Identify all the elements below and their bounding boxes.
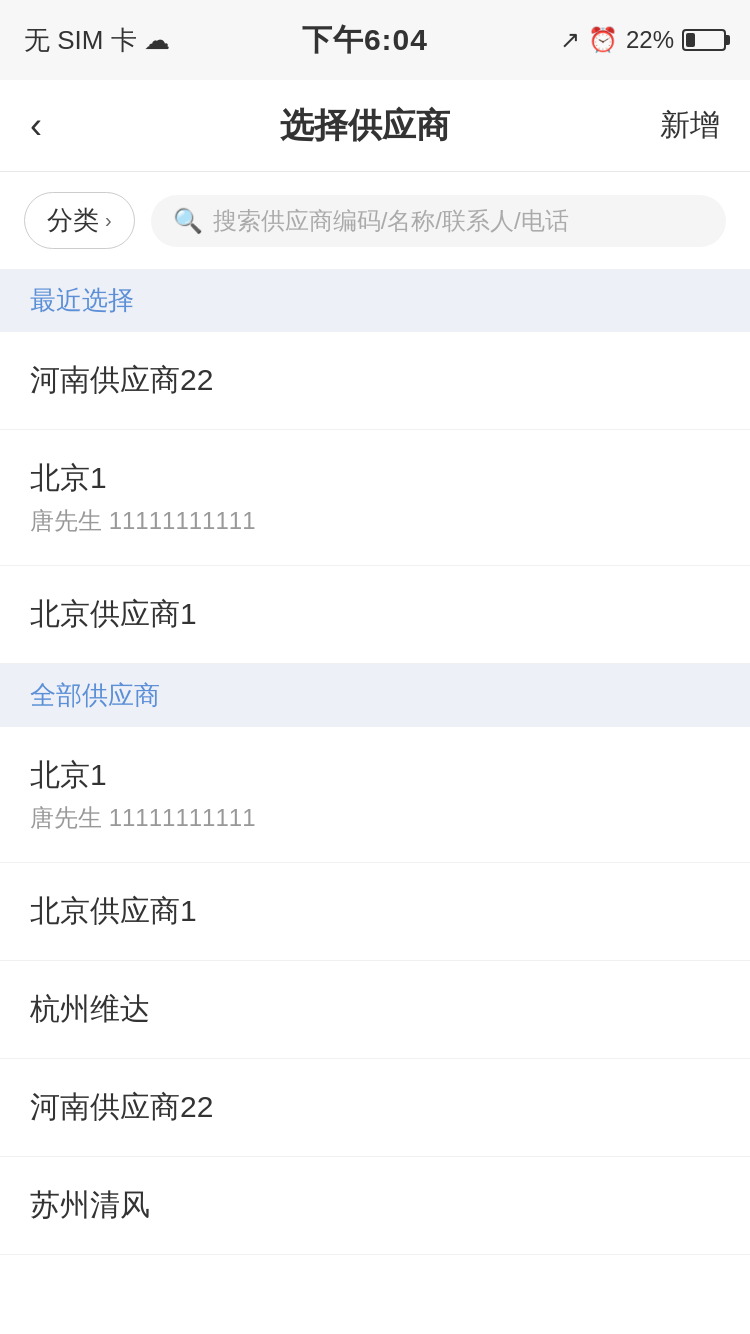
item-name: 杭州维达 — [30, 989, 720, 1030]
add-button[interactable]: 新增 — [640, 105, 720, 146]
recent-list-item[interactable]: 北京供应商1 — [0, 566, 750, 664]
status-bar: 无 SIM 卡 ☁ 下午6:04 ↗ ⏰ 22% — [0, 0, 750, 80]
status-left: 无 SIM 卡 ☁ — [24, 23, 170, 58]
no-sim-label: 无 SIM 卡 ☁ — [24, 23, 170, 58]
item-name: 北京1 — [30, 458, 720, 499]
recent-list-item[interactable]: 北京1 唐先生 11111111111 — [0, 430, 750, 566]
all-list-item[interactable]: 杭州维达 — [0, 961, 750, 1059]
alarm-icon: ⏰ — [588, 26, 618, 54]
all-list-item[interactable]: 北京供应商1 — [0, 863, 750, 961]
recent-list-item[interactable]: 河南供应商22 — [0, 332, 750, 430]
battery-label: 22% — [626, 26, 674, 54]
recent-section-header: 最近选择 — [0, 269, 750, 332]
item-name: 北京供应商1 — [30, 891, 720, 932]
item-name: 苏州清风 — [30, 1185, 720, 1226]
all-list-item[interactable]: 河南供应商22 — [0, 1059, 750, 1157]
all-list-item[interactable]: 北京1 唐先生 11111111111 — [0, 727, 750, 863]
back-button[interactable]: ‹ — [30, 105, 90, 147]
nav-bar: ‹ 选择供应商 新增 — [0, 80, 750, 172]
search-box[interactable]: 🔍 搜索供应商编码/名称/联系人/电话 — [151, 195, 726, 247]
category-label: 分类 — [47, 203, 99, 238]
search-icon: 🔍 — [173, 207, 203, 235]
search-placeholder-text: 搜索供应商编码/名称/联系人/电话 — [213, 205, 569, 237]
item-sub: 唐先生 11111111111 — [30, 802, 720, 834]
battery-icon — [682, 29, 726, 51]
item-name: 河南供应商22 — [30, 1087, 720, 1128]
item-name: 北京供应商1 — [30, 594, 720, 635]
item-sub: 唐先生 11111111111 — [30, 505, 720, 537]
chevron-icon: › — [105, 209, 112, 232]
all-list-item[interactable]: 苏州清风 — [0, 1157, 750, 1255]
item-name: 北京1 — [30, 755, 720, 796]
all-section-header: 全部供应商 — [0, 664, 750, 727]
page-title: 选择供应商 — [280, 103, 450, 149]
status-time: 下午6:04 — [302, 20, 428, 61]
search-area: 分类 › 🔍 搜索供应商编码/名称/联系人/电话 — [0, 172, 750, 269]
location-icon: ↗ — [560, 26, 580, 54]
recent-list: 河南供应商22 北京1 唐先生 11111111111 北京供应商1 — [0, 332, 750, 664]
status-right: ↗ ⏰ 22% — [560, 26, 726, 54]
all-list: 北京1 唐先生 11111111111 北京供应商1 杭州维达河南供应商22 苏州清风 — [0, 727, 750, 1255]
item-name: 河南供应商22 — [30, 360, 720, 401]
category-filter-button[interactable]: 分类 › — [24, 192, 135, 249]
